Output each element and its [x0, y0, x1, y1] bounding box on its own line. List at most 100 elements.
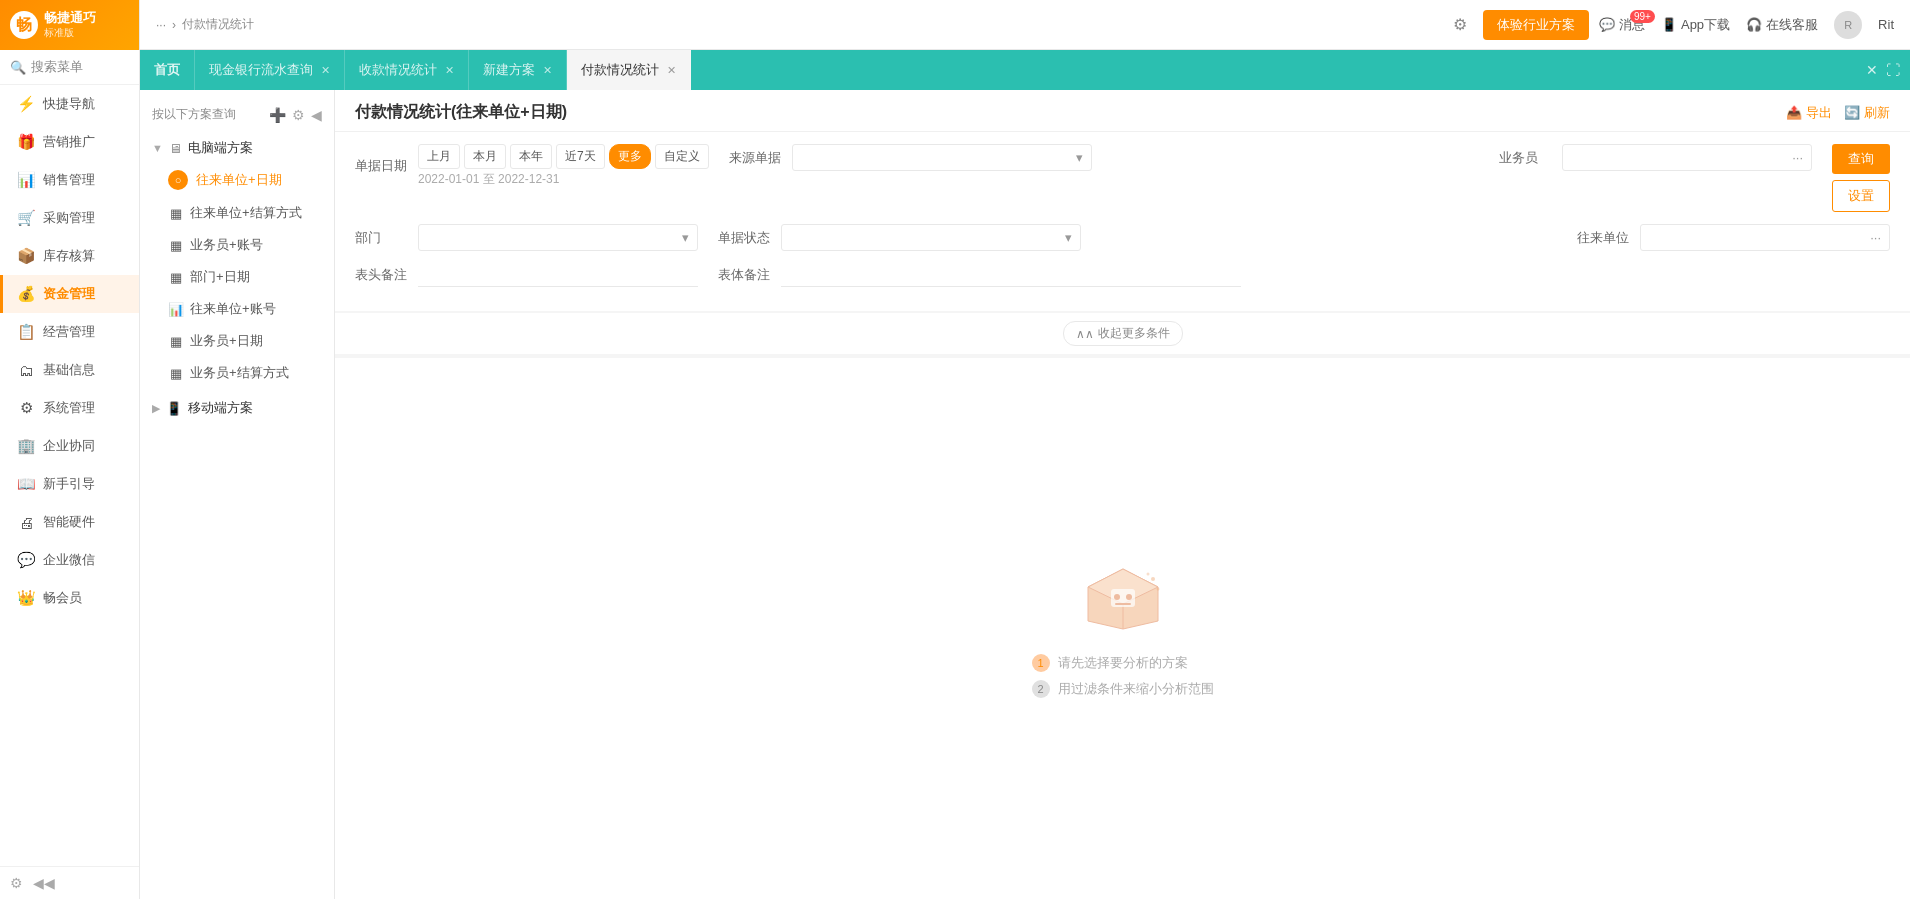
date-btn-more[interactable]: 更多	[609, 144, 651, 169]
filter-source: 来源单据 ▾	[729, 144, 1479, 171]
sidebar-item-label: 企业微信	[43, 551, 95, 569]
salesman-select[interactable]: ···	[1562, 144, 1812, 171]
tab-receipt-close[interactable]: ✕	[445, 64, 454, 77]
tab-receipt[interactable]: 收款情况统计 ✕	[345, 50, 469, 90]
empty-tip-1: 1 请先选择要分析的方案	[1032, 654, 1214, 672]
header-settings-btn[interactable]: ⚙	[1453, 15, 1467, 34]
tab-bank[interactable]: 现金银行流水查询 ✕	[195, 50, 345, 90]
tab-bank-close[interactable]: ✕	[321, 64, 330, 77]
tab-new-label: 新建方案	[483, 61, 535, 79]
message-btn[interactable]: 💬 消息 99+	[1599, 16, 1645, 34]
scheme-label: 部门+日期	[190, 268, 250, 286]
sidebar-item-purchase[interactable]: 🛒 采购管理	[0, 199, 139, 237]
settings-btn[interactable]: 设置	[1832, 180, 1890, 212]
dept-select[interactable]: ▾	[418, 224, 698, 251]
sidebar-item-finance[interactable]: 💰 资金管理	[0, 275, 139, 313]
sidebar-item-inventory[interactable]: 📦 库存核算	[0, 237, 139, 275]
add-scheme-btn[interactable]: ➕	[269, 107, 286, 123]
date-btn-this-month[interactable]: 本月	[464, 144, 506, 169]
header-note-input[interactable]	[418, 263, 698, 287]
scheme-settings-btn[interactable]: ⚙	[292, 107, 305, 123]
search-menu[interactable]: 🔍 搜索菜单	[0, 50, 139, 85]
tab-new-scheme[interactable]: 新建方案 ✕	[469, 50, 567, 90]
close-window-btn[interactable]: ✕	[1866, 62, 1878, 78]
left-panel-actions: ➕ ⚙ ◀	[269, 107, 322, 123]
mobile-group-title[interactable]: ▶ 📱 移动端方案	[140, 393, 334, 423]
sidebar-item-operations[interactable]: 📋 经营管理	[0, 313, 139, 351]
inventory-icon: 📦	[17, 247, 35, 265]
tip-num-2: 2	[1032, 680, 1050, 698]
date-range-display: 2022-01-01 至 2022-12-31	[418, 171, 709, 188]
header-actions: ⚙ 体验行业方案	[1453, 10, 1589, 40]
scheme-item-dept-date[interactable]: ▦ 部门+日期	[140, 261, 334, 293]
sidebar-item-basic[interactable]: 🗂 基础信息	[0, 351, 139, 389]
user-avatar: R	[1834, 11, 1862, 39]
sidebar-item-enterprise[interactable]: 🏢 企业协同	[0, 427, 139, 465]
voucher-status-select[interactable]: ▾	[781, 224, 1081, 251]
purchase-icon: 🛒	[17, 209, 35, 227]
body-note-input[interactable]	[781, 263, 1241, 287]
sidebar-item-system[interactable]: ⚙ 系统管理	[0, 389, 139, 427]
empty-tip-2: 2 用过滤条件来缩小分析范围	[1032, 680, 1214, 698]
filter-header-note: 表头备注	[355, 263, 698, 287]
dots-icon: ···	[1870, 230, 1881, 245]
date-btn-7days[interactable]: 近7天	[556, 144, 605, 169]
scheme-item-partner-date[interactable]: ○ 往来单位+日期	[140, 163, 334, 197]
sidebar-item-label: 畅会员	[43, 589, 82, 607]
online-service-btn[interactable]: 🎧 在线客服	[1746, 16, 1818, 34]
scheme-item-salesman-account[interactable]: ▦ 业务员+账号	[140, 229, 334, 261]
export-btn[interactable]: 📤 导出	[1786, 104, 1832, 122]
date-btn-group: 上月 本月 本年 近7天 更多 自定义	[418, 144, 709, 169]
enterprise-icon: 🏢	[17, 437, 35, 455]
date-btn-this-year[interactable]: 本年	[510, 144, 552, 169]
scheme-item-salesman-settle[interactable]: ▦ 业务员+结算方式	[140, 357, 334, 389]
desktop-group-title[interactable]: ▼ 🖥 电脑端方案	[140, 133, 334, 163]
partner-select[interactable]: ···	[1640, 224, 1890, 251]
sidebar-item-sales[interactable]: 📊 销售管理	[0, 161, 139, 199]
tab-home[interactable]: 首页	[140, 50, 195, 90]
query-btn[interactable]: 查询	[1832, 144, 1890, 174]
sidebar-item-label: 智能硬件	[43, 513, 95, 531]
refresh-btn[interactable]: 🔄 刷新	[1844, 104, 1890, 122]
collapse-sidebar-btn[interactable]: ◀◀	[33, 875, 55, 891]
maximize-window-btn[interactable]: ⛶	[1886, 62, 1900, 78]
sidebar-item-guide[interactable]: 📖 新手引导	[0, 465, 139, 503]
table-icon: ▦	[168, 270, 184, 285]
collapse-panel-btn[interactable]: ◀	[311, 107, 322, 123]
dept-label: 部门	[355, 229, 410, 247]
desktop-arrow-icon: ▼	[152, 142, 163, 154]
app-download-btn[interactable]: 📱 App下载	[1661, 16, 1730, 34]
scheme-item-partner-account[interactable]: 📊 往来单位+账号	[140, 293, 334, 325]
operations-icon: 📋	[17, 323, 35, 341]
settings-bottom-btn[interactable]: ⚙	[10, 875, 23, 891]
source-select[interactable]: ▾	[792, 144, 1092, 171]
header-right: 💬 消息 99+ 📱 App下载 🎧 在线客服 R Rit	[1599, 11, 1894, 39]
scheme-label: 往来单位+日期	[196, 171, 282, 189]
filter-body-note: 表体备注	[718, 263, 1890, 287]
tab-window-btns: ✕ ⛶	[1856, 50, 1910, 90]
svg-point-7	[1151, 577, 1155, 581]
top-header: ··· › 付款情况统计 ⚙ 体验行业方案 💬 消息 99+ 📱 App下载 🎧…	[140, 0, 1910, 50]
table-icon: ▦	[168, 206, 184, 221]
tab-new-close[interactable]: ✕	[543, 64, 552, 77]
collapse-conditions-btn[interactable]: ∧∧ 收起更多条件	[1063, 321, 1183, 346]
page-title-actions: 📤 导出 🔄 刷新	[1786, 104, 1890, 122]
tab-payment-stat[interactable]: 付款情况统计 ✕	[567, 50, 691, 90]
header-note-label: 表头备注	[355, 266, 410, 284]
sidebar-item-member[interactable]: 👑 畅会员	[0, 579, 139, 617]
scheme-item-partner-settle[interactable]: ▦ 往来单位+结算方式	[140, 197, 334, 229]
sidebar-item-marketing[interactable]: 🎁 营销推广	[0, 123, 139, 161]
date-btn-last-month[interactable]: 上月	[418, 144, 460, 169]
sidebar-item-quick-nav[interactable]: ⚡ 快捷导航	[0, 85, 139, 123]
trial-btn[interactable]: 体验行业方案	[1483, 10, 1589, 40]
scheme-item-salesman-date[interactable]: ▦ 业务员+日期	[140, 325, 334, 357]
empty-state: 1 请先选择要分析的方案 2 用过滤条件来缩小分析范围	[335, 358, 1910, 899]
username: Rit	[1878, 17, 1894, 32]
sidebar-item-hardware[interactable]: 🖨 智能硬件	[0, 503, 139, 541]
sidebar-item-wechat[interactable]: 💬 企业微信	[0, 541, 139, 579]
breadcrumb: ··· › 付款情况统计	[156, 16, 1443, 33]
sidebar-item-label: 经营管理	[43, 323, 95, 341]
tab-payment-close[interactable]: ✕	[667, 64, 676, 77]
date-btn-custom[interactable]: 自定义	[655, 144, 709, 169]
finance-icon: 💰	[17, 285, 35, 303]
